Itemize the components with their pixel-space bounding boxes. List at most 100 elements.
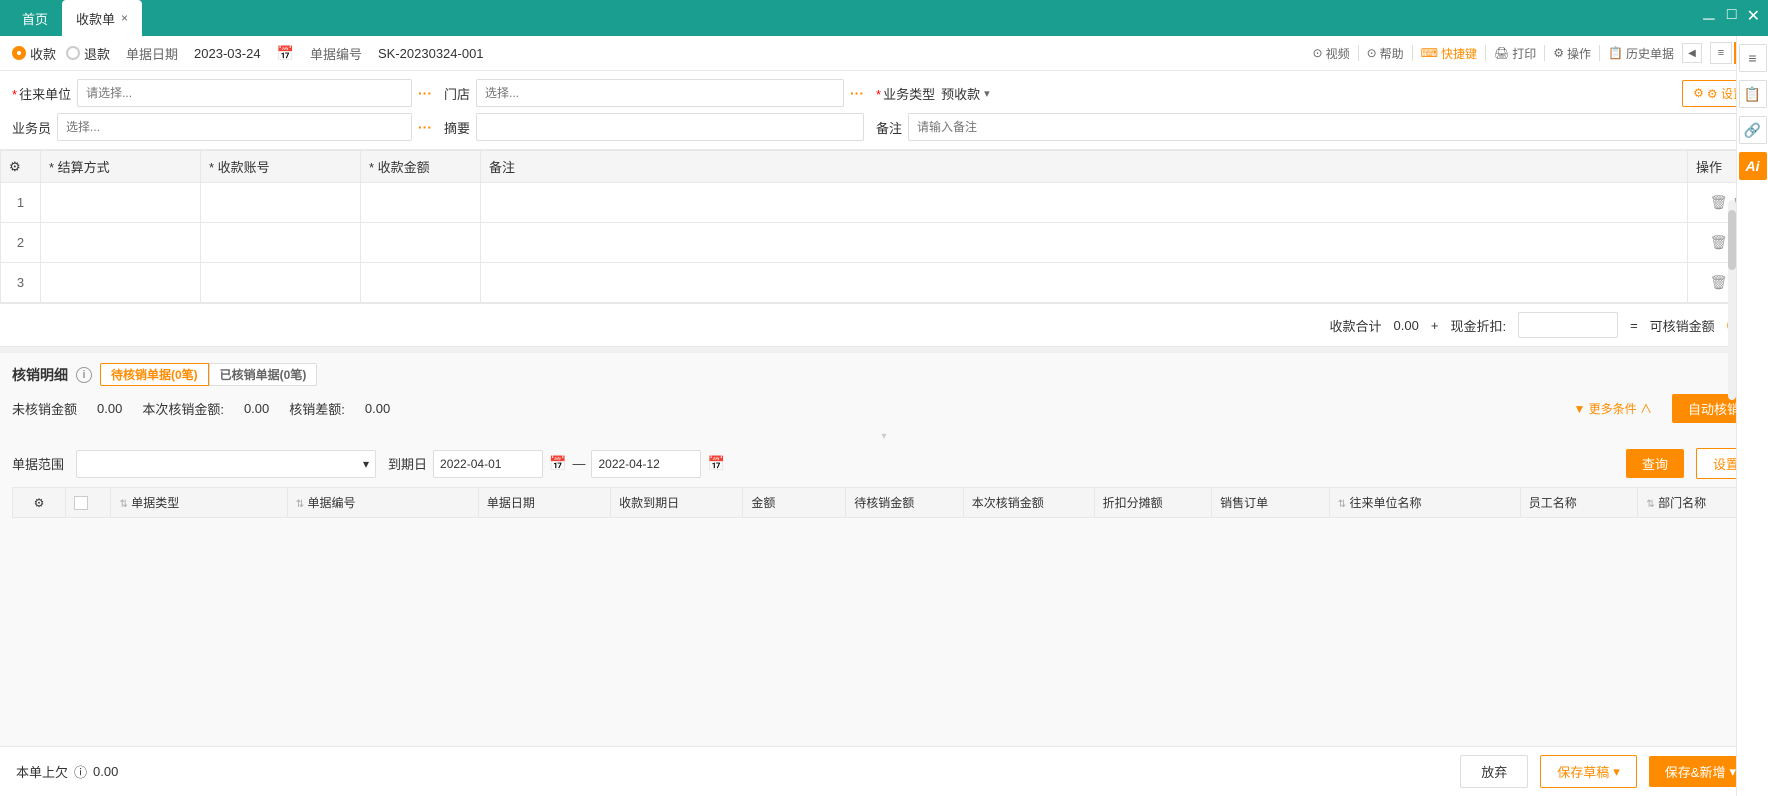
- query-btn[interactable]: 查询: [1626, 449, 1684, 478]
- receipt-radio[interactable]: 收款: [12, 44, 56, 63]
- store-input[interactable]: [476, 79, 844, 107]
- cal-to-icon[interactable]: 📅: [707, 455, 724, 472]
- writeoff-stats: 未核销金额 0.00 本次核销金额: 0.00 核销差额: 0.00 ▼ 更多条…: [12, 394, 1756, 423]
- help-btn[interactable]: ⊙ 帮助: [1367, 45, 1404, 62]
- bottom-bar: 本单上欠 ⓘ 0.00 放弃 保存草稿 ▾ 保存&新增 ▾: [0, 746, 1768, 796]
- form-row-1: *往来单位 ··· 门店 ··· *业务类型 预收款 ▾ ⚙: [12, 79, 1756, 107]
- amount-cell-2[interactable]: [361, 223, 481, 263]
- settlement-cell-3[interactable]: [41, 263, 201, 303]
- remark-cell-3[interactable]: [481, 263, 1688, 303]
- save-draft-arrow[interactable]: ▾: [1613, 764, 1620, 780]
- remark-cell-2[interactable]: [481, 223, 1688, 263]
- store-label: 门店: [444, 84, 470, 103]
- sidebar-icon-4[interactable]: Ai: [1739, 152, 1767, 180]
- counterpart-input[interactable]: [77, 79, 412, 107]
- prev-arrow[interactable]: ◀: [1682, 43, 1702, 63]
- remark-input[interactable]: [908, 113, 1756, 141]
- video-btn[interactable]: ⊙ 视频: [1313, 45, 1350, 62]
- equals-label: =: [1630, 318, 1638, 333]
- receipt-radio-circle: [12, 46, 26, 60]
- uncleaned-label: 未核销金额: [12, 399, 77, 418]
- operation-btn[interactable]: ⚙ 操作: [1553, 45, 1591, 62]
- biz-type-select[interactable]: 预收款 ▾: [941, 84, 990, 103]
- pending-tab[interactable]: 待核销单据(0笔): [100, 363, 209, 386]
- range-select[interactable]: ▾: [76, 450, 376, 478]
- sidebar-icon-3[interactable]: 🔗: [1739, 116, 1767, 144]
- store-field: 门店 ···: [444, 79, 864, 107]
- prev-icon[interactable]: ⓘ: [74, 762, 87, 781]
- calendar-icon[interactable]: 📅: [277, 45, 294, 62]
- salesperson-more-btn[interactable]: ···: [418, 119, 432, 135]
- plus-label: +: [1431, 318, 1439, 333]
- close-btn[interactable]: ✕: [1747, 6, 1760, 30]
- diff-value: 0.00: [365, 401, 390, 416]
- date-filter: 到期日 📅 — 📅: [388, 450, 725, 478]
- account-cell-2[interactable]: [201, 223, 361, 263]
- delete-icon-1[interactable]: 🗑: [1710, 194, 1728, 211]
- tab-receipt[interactable]: 收款单 ×: [62, 0, 142, 36]
- scrollbar[interactable]: [1728, 200, 1736, 400]
- remark-field: 备注: [876, 113, 1756, 141]
- discount-input[interactable]: [1518, 312, 1618, 338]
- list-view-icon[interactable]: ≡: [1710, 42, 1732, 64]
- remark-cell-1[interactable]: [481, 183, 1688, 223]
- more-conditions-btn[interactable]: ▼ 更多条件 ∧: [1573, 400, 1652, 417]
- delete-icon-3[interactable]: 🗑: [1710, 274, 1728, 291]
- wth-counterpart: ⇅ 往来单位名称: [1329, 488, 1520, 518]
- uncleaned-value: 0.00: [97, 401, 122, 416]
- tab-receipt-label: 收款单: [76, 9, 115, 28]
- shortcut-btn[interactable]: ⌨ 快捷键: [1421, 45, 1477, 62]
- account-cell-1[interactable]: [201, 183, 361, 223]
- settlement-cell-2[interactable]: [41, 223, 201, 263]
- print-btn[interactable]: 🖨 打印: [1494, 45, 1536, 62]
- refund-radio-label: 退款: [84, 44, 110, 63]
- form-section: *往来单位 ··· 门店 ··· *业务类型 预收款 ▾ ⚙: [0, 71, 1768, 150]
- amount-cell-3[interactable]: [361, 263, 481, 303]
- done-tab[interactable]: 已核销单据(0笔): [209, 363, 318, 386]
- th-account: * 收款账号: [201, 151, 361, 183]
- amount-cell-1[interactable]: [361, 183, 481, 223]
- settings-icon: ⚙: [1693, 86, 1704, 100]
- date-to-input[interactable]: [591, 450, 701, 478]
- wth-checkbox[interactable]: [65, 488, 111, 518]
- biz-type-arrow: ▾: [984, 87, 990, 100]
- discard-btn[interactable]: 放弃: [1460, 755, 1528, 788]
- current-value: 0.00: [244, 401, 269, 416]
- wth-employee: 员工名称: [1520, 488, 1638, 518]
- salesperson-input[interactable]: [57, 113, 412, 141]
- date-from-input[interactable]: [433, 450, 543, 478]
- th-settings[interactable]: ⚙: [1, 151, 41, 183]
- refund-radio[interactable]: 退款: [66, 44, 110, 63]
- current-label: 本次核销金额:: [142, 399, 224, 418]
- sidebar-icon-2[interactable]: 📋: [1739, 80, 1767, 108]
- scrollbar-thumb[interactable]: [1728, 210, 1736, 270]
- writeoff-info-icon[interactable]: i: [76, 367, 92, 383]
- main-content: 收款 退款 单据日期 2023-03-24 📅 单据编号 SK-20230324…: [0, 36, 1768, 796]
- delete-icon-2[interactable]: 🗑: [1710, 234, 1728, 251]
- receipt-radio-label: 收款: [30, 44, 56, 63]
- header-checkbox[interactable]: [74, 496, 88, 510]
- salesperson-field: 业务员 ···: [12, 113, 432, 141]
- toolbar-actions: ⊙ 视频 ⊙ 帮助 ⌨ 快捷键 🖨 打印 ⚙ 操作 📋 历史单据 ◀ ≡ ⊞: [1313, 42, 1757, 64]
- save-draft-btn[interactable]: 保存草稿 ▾: [1540, 755, 1637, 788]
- cal-from-icon[interactable]: 📅: [549, 455, 566, 472]
- settlement-cell-1[interactable]: [41, 183, 201, 223]
- bottom-info: 本单上欠 ⓘ 0.00: [16, 762, 118, 781]
- wth-settings[interactable]: ⚙: [13, 488, 66, 518]
- table-row: 2 🗑 ⊞: [1, 223, 1768, 263]
- maximize-btn[interactable]: □: [1727, 6, 1737, 30]
- account-cell-3[interactable]: [201, 263, 361, 303]
- receipt-table: ⚙ * 结算方式 * 收款账号 * 收款金额 备注 操作: [0, 150, 1768, 303]
- sidebar-icon-1[interactable]: ≡: [1739, 44, 1767, 72]
- store-more-btn[interactable]: ···: [850, 85, 864, 101]
- summary-input[interactable]: [476, 113, 864, 141]
- minimize-btn[interactable]: －: [1701, 6, 1717, 30]
- biz-type-value: 预收款: [941, 84, 980, 103]
- table-section: ⚙ * 结算方式 * 收款账号 * 收款金额 备注 操作: [0, 150, 1768, 347]
- tab-close-icon[interactable]: ×: [121, 11, 128, 25]
- counterpart-more-btn[interactable]: ···: [418, 85, 432, 101]
- history-btn[interactable]: 📋 历史单据: [1608, 45, 1674, 62]
- tab-home[interactable]: 首页: [8, 0, 62, 36]
- total-label: 收款合计: [1330, 316, 1382, 335]
- date-label: 到期日: [388, 454, 427, 473]
